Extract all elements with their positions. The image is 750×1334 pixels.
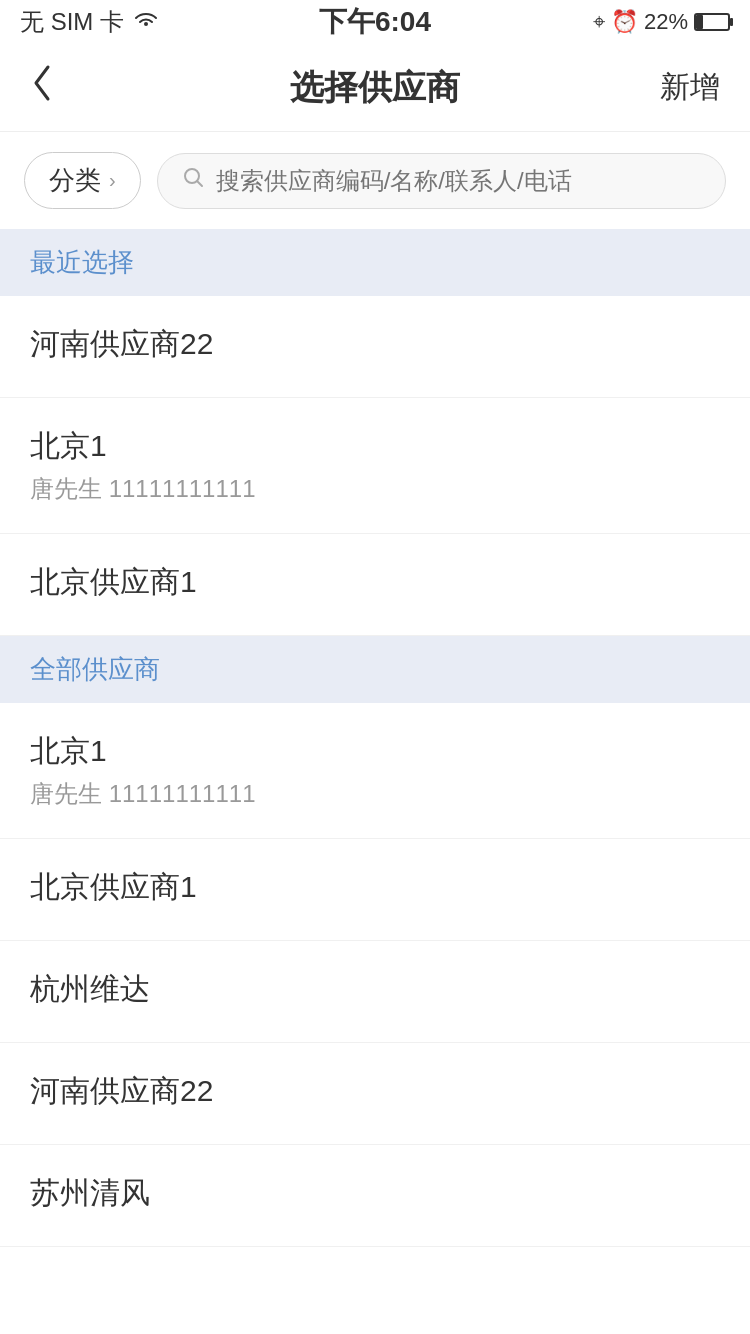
search-box: [157, 153, 726, 209]
item-name: 北京供应商1: [30, 867, 720, 908]
item-name: 北京供应商1: [30, 562, 720, 603]
status-right: ⌖ ⏰ 22%: [593, 9, 730, 35]
list-item[interactable]: 河南供应商22: [0, 296, 750, 398]
category-button[interactable]: 分类 ›: [24, 152, 141, 209]
item-name: 北京1: [30, 731, 720, 772]
item-sub: 唐先生 11111111111: [30, 778, 720, 810]
list-item[interactable]: 苏州清风: [0, 1145, 750, 1247]
item-name: 北京1: [30, 426, 720, 467]
filter-bar: 分类 ›: [0, 132, 750, 229]
battery-icon: [694, 13, 730, 31]
list-item[interactable]: 河南供应商22: [0, 1043, 750, 1145]
status-left: 无 SIM 卡: [20, 6, 160, 38]
item-name: 苏州清风: [30, 1173, 720, 1214]
item-sub: 唐先生 11111111111: [30, 473, 720, 505]
item-name: 杭州维达: [30, 969, 720, 1010]
list-item[interactable]: 北京1 唐先生 11111111111: [0, 398, 750, 534]
chevron-right-icon: ›: [109, 169, 116, 192]
status-time: 下午6:04: [319, 3, 431, 41]
item-name: 河南供应商22: [30, 324, 720, 365]
back-button[interactable]: [30, 63, 90, 112]
add-button[interactable]: 新增: [660, 67, 720, 108]
list-item[interactable]: 北京供应商1: [0, 534, 750, 636]
item-name: 河南供应商22: [30, 1071, 720, 1112]
all-section-header: 全部供应商: [0, 636, 750, 703]
nav-bar: 选择供应商 新增: [0, 44, 750, 132]
wifi-icon: [132, 8, 160, 36]
alarm-icon: ⏰: [611, 9, 638, 35]
page-title: 选择供应商: [290, 65, 460, 111]
list-item[interactable]: 杭州维达: [0, 941, 750, 1043]
category-label: 分类: [49, 163, 101, 198]
carrier-label: 无 SIM 卡: [20, 6, 124, 38]
list-item[interactable]: 北京1 唐先生 11111111111: [0, 703, 750, 839]
list-item[interactable]: 北京供应商1: [0, 839, 750, 941]
location-icon: ⌖: [593, 9, 605, 35]
search-icon: [182, 166, 206, 196]
all-list: 北京1 唐先生 11111111111 北京供应商1 杭州维达河南供应商22 苏州清风: [0, 703, 750, 1247]
recent-list: 河南供应商22 北京1 唐先生 11111111111 北京供应商1: [0, 296, 750, 636]
status-bar: 无 SIM 卡 下午6:04 ⌖ ⏰ 22%: [0, 0, 750, 44]
recent-section-header: 最近选择: [0, 229, 750, 296]
search-input[interactable]: [216, 167, 701, 195]
battery-label: 22%: [644, 9, 688, 35]
